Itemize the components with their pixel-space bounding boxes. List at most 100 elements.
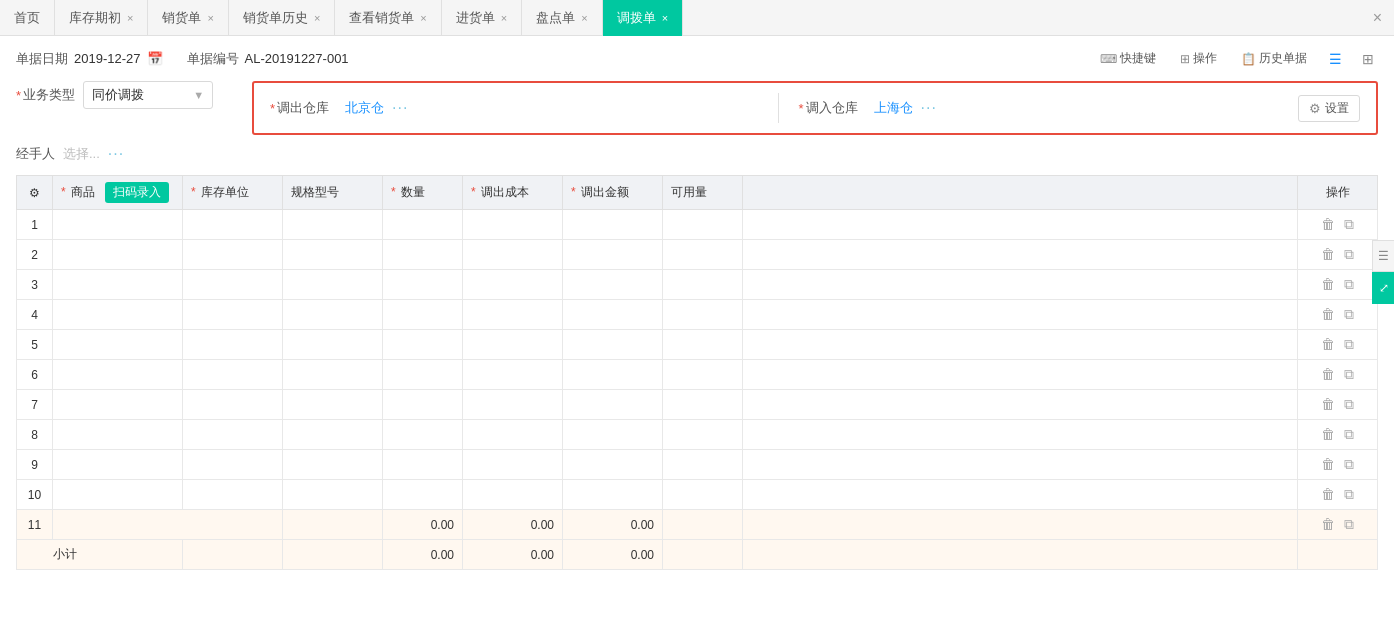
- close-icon[interactable]: ×: [581, 12, 587, 24]
- available-cell[interactable]: [663, 480, 743, 510]
- amount-cell[interactable]: [563, 360, 663, 390]
- tab-inventory-init[interactable]: 库存期初 ×: [55, 0, 148, 36]
- tab-inventory-check[interactable]: 盘点单 ×: [522, 0, 602, 36]
- unit-cell[interactable]: [183, 240, 283, 270]
- shortcut-button[interactable]: ⌨ 快捷键: [1094, 48, 1162, 69]
- calendar-icon[interactable]: 📅: [147, 51, 163, 66]
- qty-cell[interactable]: [383, 360, 463, 390]
- delete-row-icon[interactable]: 🗑: [1321, 216, 1335, 232]
- product-cell[interactable]: [53, 420, 183, 450]
- delete-row-icon[interactable]: 🗑: [1321, 396, 1335, 412]
- cost-cell[interactable]: [463, 360, 563, 390]
- amount-cell[interactable]: [563, 420, 663, 450]
- operation-button[interactable]: ⊞ 操作: [1174, 48, 1223, 69]
- qty-cell[interactable]: [383, 390, 463, 420]
- cost-cell[interactable]: [463, 420, 563, 450]
- layout-grid-button[interactable]: ⊞: [1358, 49, 1378, 69]
- qty-cell[interactable]: [383, 240, 463, 270]
- copy-row-icon[interactable]: ⧉: [1344, 276, 1354, 292]
- qty-cell[interactable]: [383, 420, 463, 450]
- copy-row-icon[interactable]: ⧉: [1344, 216, 1354, 232]
- product-cell[interactable]: [53, 360, 183, 390]
- side-list-button[interactable]: ☰: [1372, 240, 1394, 272]
- unit-cell[interactable]: [183, 450, 283, 480]
- unit-cell[interactable]: [183, 300, 283, 330]
- side-expand-button[interactable]: ⤢: [1372, 272, 1394, 304]
- unit-cell[interactable]: [183, 360, 283, 390]
- layout-list-button[interactable]: ☰: [1325, 49, 1346, 69]
- delete-row-icon[interactable]: 🗑: [1321, 336, 1335, 352]
- spec-cell[interactable]: [283, 420, 383, 450]
- cost-cell[interactable]: [463, 240, 563, 270]
- product-cell[interactable]: [53, 270, 183, 300]
- close-icon[interactable]: ×: [207, 12, 213, 24]
- tab-transfer-order[interactable]: 调拨单 ×: [603, 0, 683, 36]
- available-cell[interactable]: [663, 420, 743, 450]
- product-cell[interactable]: [53, 390, 183, 420]
- tab-home[interactable]: 首页: [0, 0, 55, 36]
- amount-cell[interactable]: [563, 300, 663, 330]
- tab-sales-history[interactable]: 销货单历史 ×: [229, 0, 335, 36]
- delete-row-icon[interactable]: 🗑: [1321, 456, 1335, 472]
- product-cell[interactable]: [53, 330, 183, 360]
- delete-row-icon[interactable]: 🗑: [1321, 246, 1335, 262]
- cost-cell[interactable]: [463, 480, 563, 510]
- delete-icon[interactable]: 🗑: [1321, 516, 1335, 532]
- close-icon[interactable]: ×: [314, 12, 320, 24]
- amount-cell[interactable]: [563, 390, 663, 420]
- close-icon[interactable]: ×: [662, 12, 668, 24]
- person-more-button[interactable]: ···: [108, 145, 124, 163]
- available-cell[interactable]: [663, 360, 743, 390]
- amount-cell[interactable]: [563, 480, 663, 510]
- spec-cell[interactable]: [283, 240, 383, 270]
- delete-row-icon[interactable]: 🗑: [1321, 486, 1335, 502]
- spec-cell[interactable]: [283, 480, 383, 510]
- history-button[interactable]: 📋 历史单据: [1235, 48, 1313, 69]
- available-cell[interactable]: [663, 240, 743, 270]
- cost-cell[interactable]: [463, 300, 563, 330]
- window-close-button[interactable]: ×: [1361, 9, 1394, 27]
- tab-sales-order[interactable]: 销货单 ×: [148, 0, 228, 36]
- product-cell[interactable]: [53, 450, 183, 480]
- copy-row-icon[interactable]: ⧉: [1344, 366, 1354, 382]
- cost-cell[interactable]: [463, 270, 563, 300]
- unit-cell[interactable]: [183, 330, 283, 360]
- amount-cell[interactable]: [563, 210, 663, 240]
- person-select[interactable]: 选择...: [63, 145, 100, 163]
- qty-cell[interactable]: [383, 450, 463, 480]
- scan-button[interactable]: 扫码录入: [105, 182, 169, 203]
- unit-cell[interactable]: [183, 480, 283, 510]
- qty-cell[interactable]: [383, 480, 463, 510]
- spec-cell[interactable]: [283, 450, 383, 480]
- copy-row-icon[interactable]: ⧉: [1344, 306, 1354, 322]
- unit-cell[interactable]: [183, 420, 283, 450]
- tab-purchase-order[interactable]: 进货单 ×: [442, 0, 522, 36]
- transfer-in-more-button[interactable]: ···: [921, 99, 937, 117]
- spec-cell[interactable]: [283, 270, 383, 300]
- qty-cell[interactable]: [383, 270, 463, 300]
- tab-view-sales[interactable]: 查看销货单 ×: [335, 0, 441, 36]
- available-cell[interactable]: [663, 210, 743, 240]
- copy-row-icon[interactable]: ⧉: [1344, 246, 1354, 262]
- cost-cell[interactable]: [463, 210, 563, 240]
- qty-cell[interactable]: [383, 210, 463, 240]
- available-cell[interactable]: [663, 450, 743, 480]
- setting-button[interactable]: ⚙ 设置: [1298, 95, 1360, 122]
- product-cell[interactable]: [53, 240, 183, 270]
- spec-cell[interactable]: [283, 330, 383, 360]
- close-icon[interactable]: ×: [127, 12, 133, 24]
- delete-row-icon[interactable]: 🗑: [1321, 426, 1335, 442]
- cost-cell[interactable]: [463, 450, 563, 480]
- amount-cell[interactable]: [563, 330, 663, 360]
- product-cell[interactable]: [53, 480, 183, 510]
- product-cell[interactable]: [53, 210, 183, 240]
- spec-cell[interactable]: [283, 360, 383, 390]
- available-cell[interactable]: [663, 330, 743, 360]
- settings-column-header[interactable]: ⚙: [17, 176, 53, 210]
- spec-cell[interactable]: [283, 300, 383, 330]
- unit-cell[interactable]: [183, 390, 283, 420]
- delete-row-icon[interactable]: 🗑: [1321, 306, 1335, 322]
- unit-cell[interactable]: [183, 210, 283, 240]
- copy-icon[interactable]: ⧉: [1344, 516, 1354, 532]
- unit-cell[interactable]: [183, 270, 283, 300]
